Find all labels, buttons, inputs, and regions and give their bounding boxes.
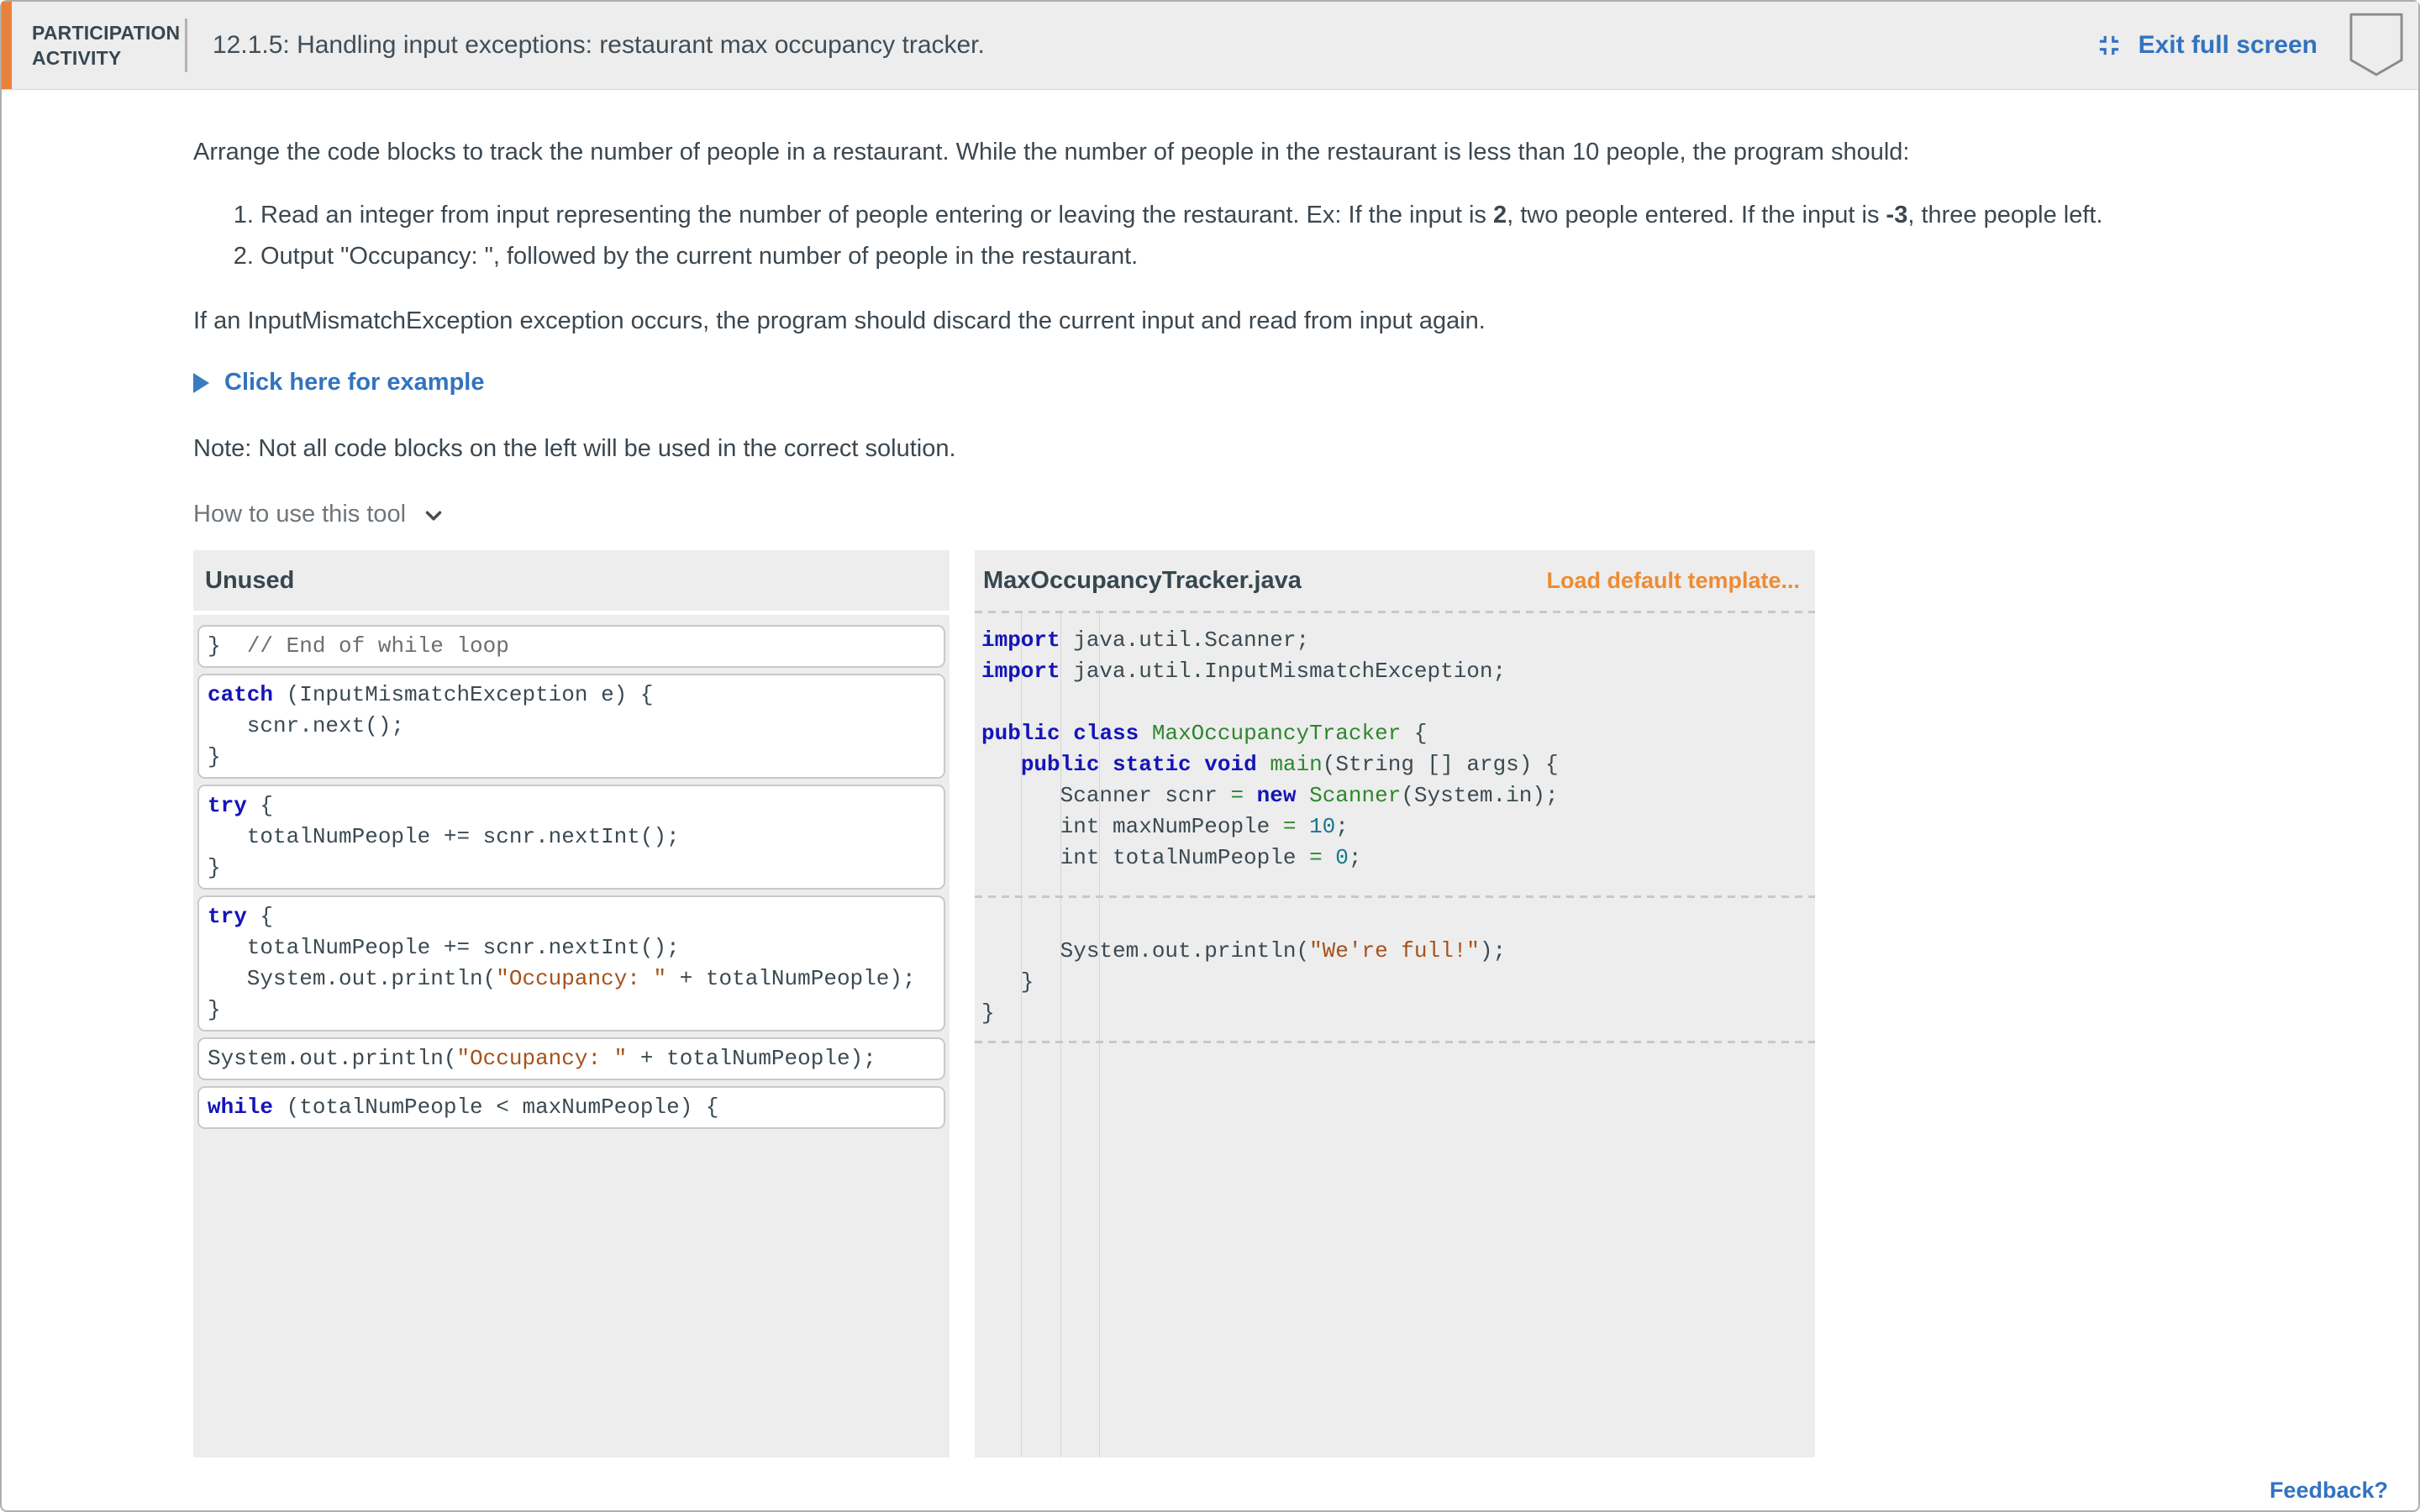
code-line: } — [208, 997, 221, 1022]
code-block[interactable]: System.out.println("Occupancy: " + total… — [197, 1037, 945, 1080]
code-block[interactable]: try { totalNumPeople += scnr.nextInt(); … — [197, 895, 945, 1032]
activity-title: 12.1.5: Handling input exceptions: resta… — [213, 31, 985, 59]
feedback-link[interactable]: Feedback? — [2270, 1478, 2388, 1504]
exception-note: If an InputMismatchException exception o… — [193, 307, 1486, 334]
example-expander[interactable]: Click here for example — [193, 369, 2418, 396]
code-line: while (totalNumPeople < maxNumPeople) { — [208, 1095, 719, 1120]
solution-editor: import java.util.Scanner; import java.uti… — [975, 611, 1815, 1457]
activity-accent-strip — [2, 2, 12, 89]
activity-type-label: PARTICIPATION ACTIVITY — [32, 20, 181, 71]
code-line: catch (InputMismatchException e) { — [208, 682, 654, 707]
unused-blocks: } // End of while loop catch (InputMismat… — [193, 615, 950, 1129]
code-line: } — [981, 969, 1034, 995]
code-line: int totalNumPeople = 0; — [981, 845, 1362, 870]
header-divider — [185, 18, 187, 72]
code-block[interactable]: while (totalNumPeople < maxNumPeople) { — [197, 1086, 945, 1129]
unused-panel: Unused } // End of while loop catch (Inpu… — [193, 550, 950, 1457]
unused-panel-title: Unused — [205, 566, 295, 594]
unused-panel-header: Unused — [193, 550, 950, 615]
solution-panel: MaxOccupancyTracker.java Load default te… — [975, 550, 1815, 1457]
code-line: } — [208, 744, 221, 769]
completion-shield-icon — [2349, 13, 2403, 76]
drop-zone-separator[interactable] — [975, 611, 1815, 613]
code-line: import java.util.Scanner; — [981, 627, 1310, 653]
editor-content: import java.util.Scanner; import java.uti… — [975, 611, 1815, 1043]
activity-type-line2: ACTIVITY — [32, 47, 122, 69]
solution-filename: MaxOccupancyTracker.java — [983, 566, 1302, 594]
instructions-intro: Arrange the code blocks to track the num… — [193, 139, 1910, 165]
code-line: scnr.next(); — [208, 713, 405, 738]
code-line: import java.util.InputMismatchException; — [981, 659, 1507, 684]
code-line: totalNumPeople += scnr.nextInt(); — [208, 824, 680, 849]
code-line: try { — [208, 793, 274, 818]
how-to-use-tool-toggle[interactable]: How to use this tool — [193, 500, 446, 528]
drop-zone-separator[interactable] — [975, 895, 1815, 898]
parsons-panels: Unused } // End of while loop catch (Inpu… — [193, 550, 2418, 1457]
topbar: PARTICIPATION ACTIVITY 12.1.5: Handling … — [2, 2, 2418, 90]
code-line: public static void main(String [] args) … — [1020, 752, 1559, 777]
code-line: System.out.println("Occupancy: " + total… — [208, 966, 916, 991]
solution-panel-header: MaxOccupancyTracker.java Load default te… — [975, 550, 1815, 611]
exit-full-screen-label: Exit full screen — [2138, 31, 2317, 59]
code-line: } — [208, 855, 221, 880]
code-line: System.out.println("We're full!"); — [981, 938, 1507, 963]
page: { "topbar": { "activity_line1": "PARTICI… — [0, 0, 2420, 1512]
instruction-item: Output "Occupancy: ", followed by the cu… — [260, 243, 2418, 270]
expander-triangle-icon — [193, 372, 209, 393]
code-block[interactable]: } // End of while loop — [197, 625, 945, 668]
code-line: public class MaxOccupancyTracker { — [981, 721, 1428, 746]
template-code-group: import java.util.Scanner; import java.uti… — [975, 625, 1815, 874]
template-code-group: System.out.println("We're full!"); }} — [975, 905, 1815, 1029]
example-expander-label: Click here for example — [224, 369, 485, 396]
code-line: try { — [208, 904, 274, 929]
code-block[interactable]: catch (InputMismatchException e) { scnr.… — [197, 674, 945, 779]
code-block[interactable]: try { totalNumPeople += scnr.nextInt();} — [197, 785, 945, 890]
instruction-item: Read an integer from input representing … — [260, 202, 2418, 229]
code-line: } — [981, 1000, 995, 1026]
fullscreen-exit-icon — [2099, 35, 2118, 55]
code-line: } // End of while loop — [208, 633, 509, 659]
code-line: int maxNumPeople = 10; — [981, 814, 1349, 839]
code-line: Scanner scnr = new Scanner(System.in); — [981, 783, 1559, 808]
how-to-use-tool-label: How to use this tool — [193, 500, 407, 528]
activity-content: Arrange the code blocks to track the num… — [2, 90, 2418, 1457]
chevron-down-icon — [425, 511, 442, 521]
note-text: Note: Not all code blocks on the left wi… — [193, 435, 956, 462]
code-line: totalNumPeople += scnr.nextInt(); — [208, 935, 680, 960]
code-line: System.out.println("Occupancy: " + total… — [208, 1046, 876, 1071]
load-default-template-link[interactable]: Load default template... — [1546, 568, 1800, 594]
instruction-list: Read an integer from input representing … — [193, 202, 2418, 270]
drop-zone-separator[interactable] — [975, 1041, 1815, 1043]
exit-full-screen-button[interactable]: Exit full screen — [2093, 29, 2317, 61]
activity-type-line1: PARTICIPATION — [32, 22, 181, 44]
